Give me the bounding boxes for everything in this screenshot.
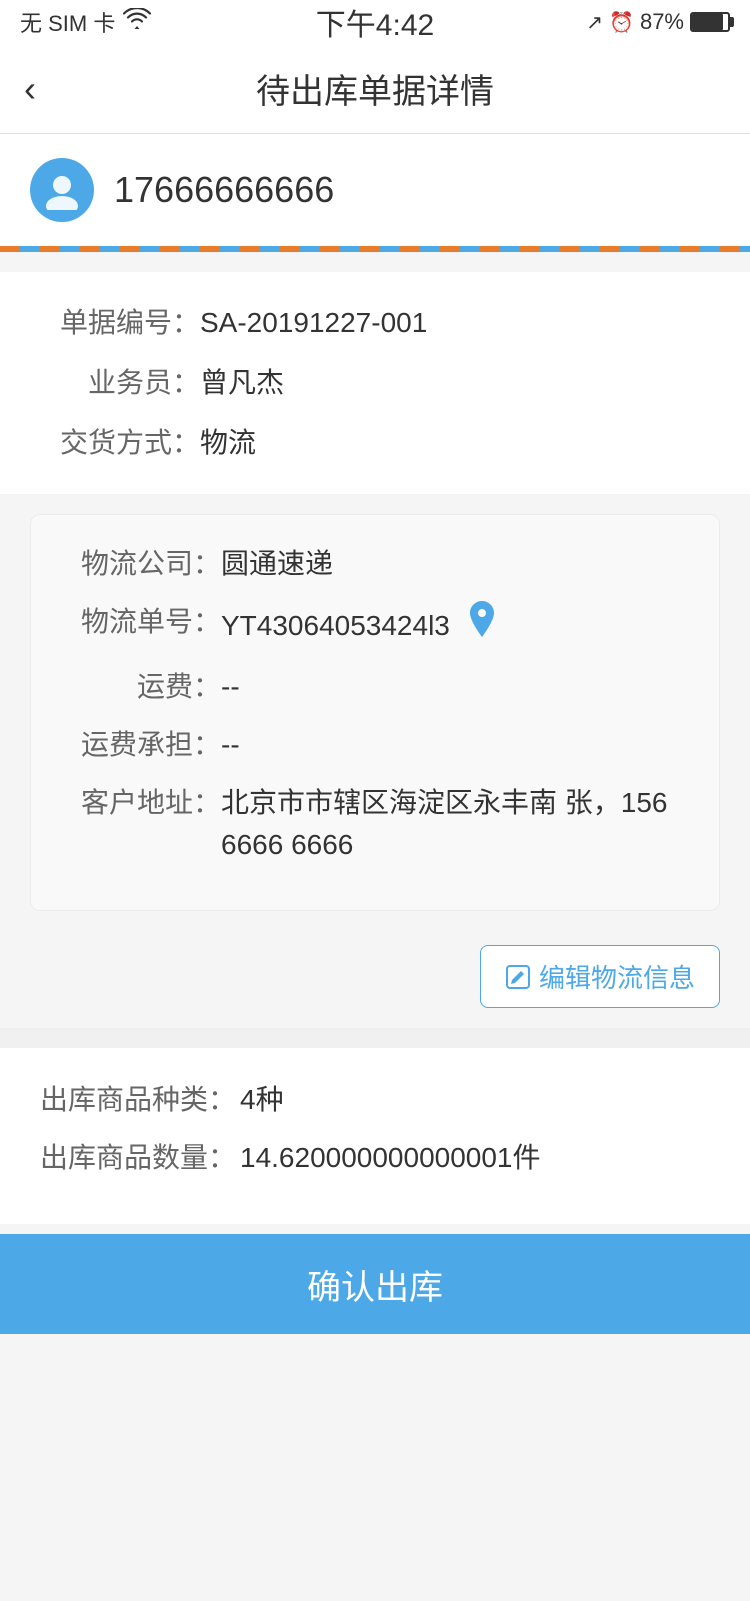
- doc-number-label: 单据编号：: [40, 302, 200, 344]
- freight-label: 运费：: [61, 666, 221, 708]
- tracking-label: 物流单号：: [61, 601, 221, 643]
- section-separator: [0, 1028, 750, 1048]
- logistics-company-row: 物流公司： 圆通速递: [61, 543, 689, 585]
- map-pin-icon[interactable]: [466, 601, 498, 650]
- nav-bar: ‹ 待出库单据详情: [0, 44, 750, 134]
- delivery-value: 物流: [200, 422, 710, 464]
- freight-row: 运费： --: [61, 666, 689, 708]
- address-row: 客户地址： 北京市市辖区海淀区永丰南 张，156 6666 6666: [61, 782, 689, 866]
- freight-bearer-value: --: [221, 724, 689, 766]
- tracking-row: 物流单号： YT43064053424l3: [61, 601, 689, 650]
- edit-logistics-button[interactable]: 编辑物流信息: [480, 945, 720, 1008]
- goods-types-row: 出库商品种类： 4种: [40, 1078, 710, 1118]
- status-bar: 无 SIM 卡 下午4:42 ↗ ⏰ 87%: [0, 0, 750, 44]
- address-value: 北京市市辖区海淀区永丰南 张，156 6666 6666: [221, 782, 689, 866]
- logistics-company-value: 圆通速递: [221, 543, 689, 585]
- goods-quantity-value: 14.620000000000001件: [240, 1136, 541, 1176]
- edit-logistics-label: 编辑物流信息: [539, 958, 695, 995]
- status-right: ↗ ⏰ 87%: [586, 9, 730, 35]
- goods-section: 出库商品种类： 4种 出库商品数量： 14.620000000000001件: [0, 1048, 750, 1224]
- page-title: 待出库单据详情: [256, 64, 494, 113]
- avatar: [30, 158, 94, 222]
- delivery-row: 交货方式： 物流: [40, 422, 710, 464]
- battery-text: 87%: [640, 9, 684, 35]
- doc-number-value: SA-20191227-001: [200, 302, 710, 344]
- status-left: 无 SIM 卡: [20, 6, 151, 38]
- battery-icon: [690, 12, 730, 32]
- user-header: 17666666666: [0, 134, 750, 246]
- wifi-icon: [123, 8, 151, 36]
- tracking-number: YT43064053424l3: [221, 605, 450, 647]
- confirm-button-label: 确认出库: [307, 1260, 443, 1309]
- address-label: 客户地址：: [61, 782, 221, 824]
- confirm-bar[interactable]: 确认出库: [0, 1234, 750, 1334]
- dashed-divider: [0, 246, 750, 252]
- salesman-row: 业务员： 曾凡杰: [40, 362, 710, 404]
- logistics-card: 物流公司： 圆通速递 物流单号： YT43064053424l3 运费： -- …: [30, 514, 720, 911]
- bottom-spacer: [0, 1321, 750, 1501]
- location-status-icon: ↗: [586, 10, 603, 35]
- salesman-value: 曾凡杰: [200, 362, 710, 404]
- salesman-label: 业务员：: [40, 362, 200, 404]
- edit-logistics-row: 编辑物流信息: [30, 945, 720, 1008]
- status-time: 下午4:42: [316, 0, 434, 44]
- document-info-section: 单据编号： SA-20191227-001 业务员： 曾凡杰 交货方式： 物流: [0, 272, 750, 494]
- alarm-icon: ⏰: [609, 10, 634, 35]
- freight-value: --: [221, 666, 689, 708]
- goods-types-value: 4种: [240, 1078, 284, 1118]
- logistics-company-label: 物流公司：: [61, 543, 221, 585]
- user-phone: 17666666666: [114, 169, 334, 211]
- tracking-value: YT43064053424l3: [221, 601, 689, 650]
- freight-bearer-label: 运费承担：: [61, 724, 221, 766]
- goods-quantity-label: 出库商品数量：: [40, 1136, 240, 1176]
- back-button[interactable]: ‹: [24, 68, 36, 110]
- goods-quantity-row: 出库商品数量： 14.620000000000001件: [40, 1136, 710, 1176]
- carrier-text: 无 SIM 卡: [20, 6, 115, 38]
- doc-number-row: 单据编号： SA-20191227-001: [40, 302, 710, 344]
- delivery-label: 交货方式：: [40, 422, 200, 464]
- freight-bearer-row: 运费承担： --: [61, 724, 689, 766]
- goods-types-label: 出库商品种类：: [40, 1078, 240, 1118]
